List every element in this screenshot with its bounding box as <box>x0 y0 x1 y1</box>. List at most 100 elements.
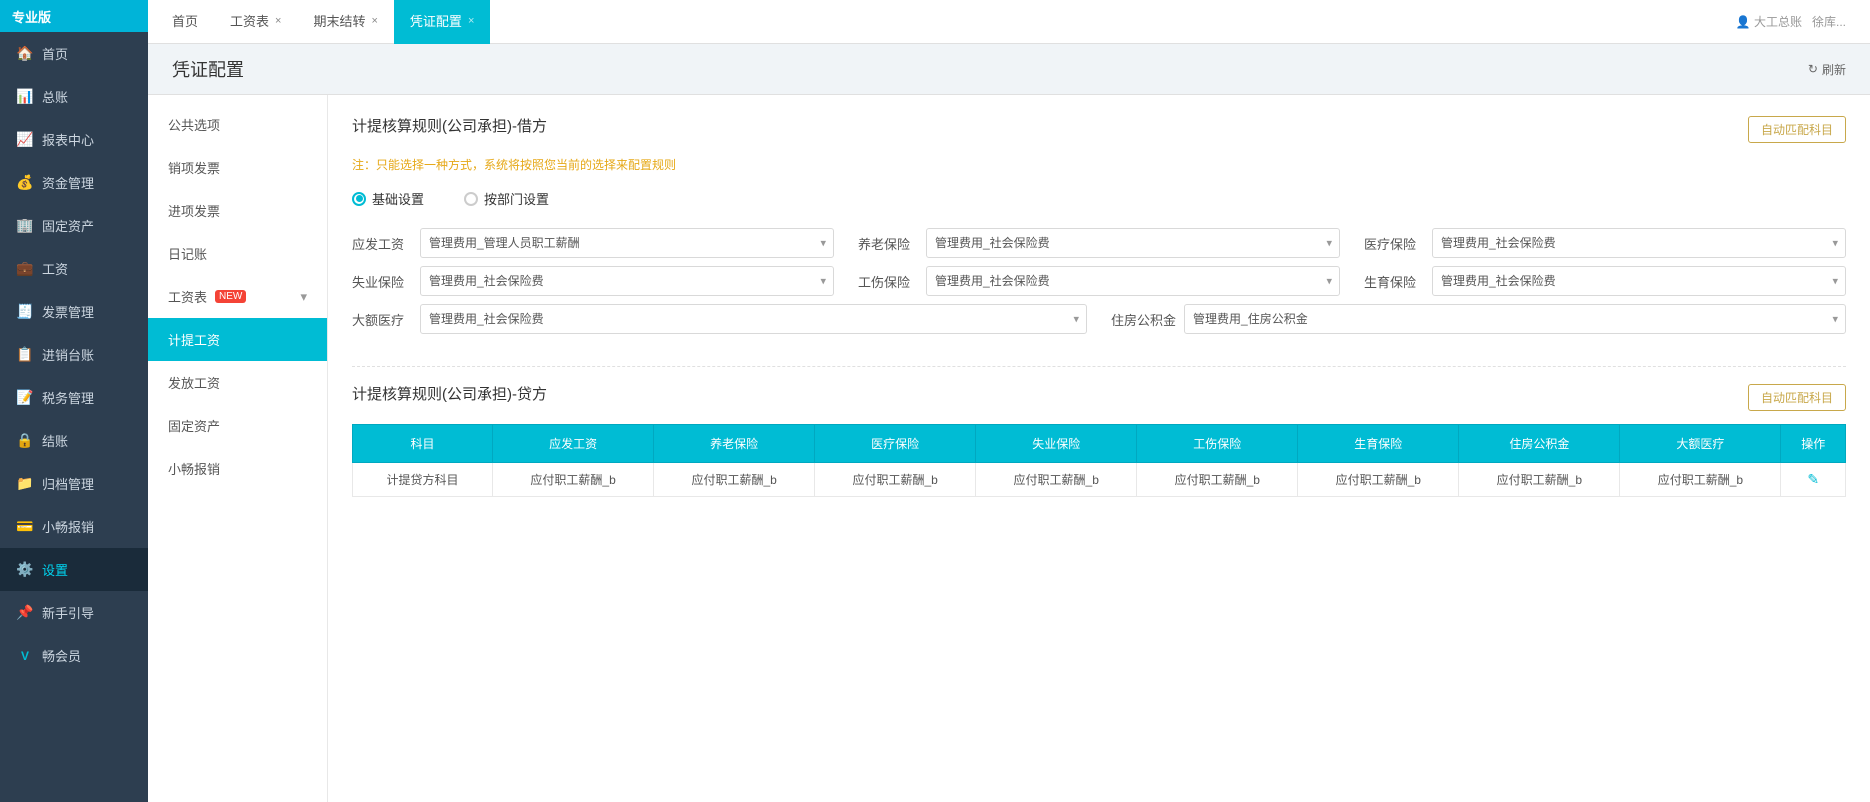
edit-row-icon[interactable]: ✎ <box>1807 471 1819 487</box>
auto-match-debit-button[interactable]: 自动匹配科目 <box>1748 116 1846 143</box>
sidebar-item-member[interactable]: V 畅会员 <box>0 634 148 677</box>
th-housing: 住房公积金 <box>1459 425 1620 463</box>
section-divider <box>352 366 1846 367</box>
debit-fields-row1: 应发工资 管理费用_管理人员职工薪酬 养老保险 管理费用_社会保险费 <box>352 228 1846 258</box>
tab-period-close[interactable]: 期末结转 × <box>297 0 393 44</box>
tab-payroll-table[interactable]: 工资表 × <box>214 0 297 44</box>
table-row: 计提贷方科目 应付职工薪酬_b 应付职工薪酬_b 应付职工薪酬_b 应付职工薪酬… <box>353 463 1846 497</box>
sidebar-item-archive-management[interactable]: 📁 归档管理 <box>0 462 148 505</box>
sidebar-item-new-user-guide[interactable]: 📌 新手引导 <box>0 591 148 634</box>
app-edition: 专业版 <box>0 0 148 32</box>
injury-select[interactable]: 管理费用_社会保险费 <box>926 266 1340 296</box>
th-maternity: 生育保险 <box>1298 425 1459 463</box>
sidebar-item-fund-management[interactable]: 💰 资金管理 <box>0 161 148 204</box>
topbar: 首页 工资表 × 期末结转 × 凭证配置 × 👤 大工总账 徐库... <box>148 0 1870 44</box>
section-debit: 计提核算规则(公司承担)-借方 自动匹配科目 注：只能选择一种方式，系统将按照您… <box>352 115 1846 334</box>
credit-table: 科目 应发工资 养老保险 医疗保险 失业保险 工伤保险 生育保险 住房公积金 大… <box>352 424 1846 497</box>
sidebar-item-general-ledger[interactable]: 📊 总账 <box>0 75 148 118</box>
unemployment-label: 失业保险 <box>352 272 412 291</box>
section1-note: 注：只能选择一种方式，系统将按照您当前的选择来配置规则 <box>352 156 1846 173</box>
housing-fund-select[interactable]: 管理费用_住房公积金 <box>1184 304 1846 334</box>
close-payroll-table-tab[interactable]: × <box>275 15 281 27</box>
left-nav-payroll-table[interactable]: 工资表 NEW ▾ <box>148 275 327 318</box>
radio-basic-setup[interactable]: 基础设置 <box>352 189 424 208</box>
left-nav-calc-payroll[interactable]: 计提工资 <box>148 318 327 361</box>
expense-icon: 💳 <box>16 518 34 535</box>
new-badge: NEW <box>215 290 246 303</box>
salary-select[interactable]: 管理费用_管理人员职工薪酬 <box>420 228 834 258</box>
archive-icon: 📁 <box>16 475 34 492</box>
sidebar-item-fixed-assets[interactable]: 🏢 固定资产 <box>0 204 148 247</box>
user-info: 👤 大工总账 徐库... <box>1736 13 1862 30</box>
left-nav-xiaochang-expense[interactable]: 小畅报销 <box>148 447 327 490</box>
section1-title: 计提核算规则(公司承担)-借方 <box>352 115 547 136</box>
field-pension: 养老保险 管理费用_社会保险费 <box>858 228 1340 258</box>
tax-icon: 📝 <box>16 389 34 406</box>
tab-voucher-config[interactable]: 凭证配置 × <box>394 0 490 44</box>
tab-home[interactable]: 首页 <box>156 0 214 44</box>
large-medical-select[interactable]: 管理费用_社会保险费 <box>420 304 1087 334</box>
field-injury: 工伤保险 管理费用_社会保险费 <box>858 266 1340 296</box>
th-unemployment: 失业保险 <box>976 425 1137 463</box>
page-title: 凭证配置 <box>172 56 244 82</box>
injury-select-wrapper: 管理费用_社会保险费 <box>926 266 1340 296</box>
refresh-icon: ↻ <box>1808 62 1818 76</box>
sidebar-item-xiaochang-expense[interactable]: 💳 小畅报销 <box>0 505 148 548</box>
page-title-bar: 凭证配置 ↻ 刷新 <box>148 44 1870 95</box>
left-nav: 公共选项 销项发票 进项发票 日记账 工资表 NEW ▾ 计提工资 发放工资 <box>148 95 328 802</box>
housing-fund-label: 住房公积金 <box>1111 310 1176 329</box>
th-injury: 工伤保险 <box>1137 425 1298 463</box>
large-medical-label: 大额医疗 <box>352 310 412 329</box>
radio-dept-setup[interactable]: 按部门设置 <box>464 189 549 208</box>
sidebar-item-invoice-management[interactable]: 🧾 发票管理 <box>0 290 148 333</box>
right-content: 计提核算规则(公司承担)-借方 自动匹配科目 注：只能选择一种方式，系统将按照您… <box>328 95 1870 802</box>
left-nav-journal[interactable]: 日记账 <box>148 232 327 275</box>
section-credit: 计提核算规则(公司承担)-贷方 自动匹配科目 科目 应发工资 养老保险 医疗保险… <box>352 383 1846 497</box>
home-icon: 🏠 <box>16 45 34 62</box>
lock-icon: 🔒 <box>16 432 34 449</box>
sidebar-item-home[interactable]: 🏠 首页 <box>0 32 148 75</box>
th-medical: 医疗保险 <box>815 425 976 463</box>
sidebar-item-tax-management[interactable]: 📝 税务管理 <box>0 376 148 419</box>
left-nav-fixed-assets[interactable]: 固定资产 <box>148 404 327 447</box>
th-action: 操作 <box>1781 425 1846 463</box>
unemployment-select[interactable]: 管理费用_社会保险费 <box>420 266 834 296</box>
pension-label: 养老保险 <box>858 234 918 253</box>
pension-select[interactable]: 管理费用_社会保险费 <box>926 228 1340 258</box>
sidebar-item-salary[interactable]: 💼 工资 <box>0 247 148 290</box>
salary-icon: 💼 <box>16 260 34 277</box>
radio-dept-setup-circle <box>464 192 478 206</box>
medical-select[interactable]: 管理费用_社会保险费 <box>1432 228 1846 258</box>
field-unemployment: 失业保险 管理费用_社会保险费 <box>352 266 834 296</box>
maternity-select-wrapper: 管理费用_社会保险费 <box>1432 266 1846 296</box>
close-voucher-config-tab[interactable]: × <box>468 15 474 27</box>
unemployment-select-wrapper: 管理费用_社会保险费 <box>420 266 834 296</box>
large-medical-select-wrapper: 管理费用_社会保险费 <box>420 304 1087 334</box>
debit-fields-row2: 失业保险 管理费用_社会保险费 工伤保险 管理费用_社会保险费 <box>352 266 1846 296</box>
left-nav-pay-salary[interactable]: 发放工资 <box>148 361 327 404</box>
refresh-button[interactable]: ↻ 刷新 <box>1808 61 1846 78</box>
td-large-medical: 应付职工薪酬_b <box>1620 463 1781 497</box>
maternity-label: 生育保险 <box>1364 272 1424 291</box>
content-area: 公共选项 销项发票 进项发票 日记账 工资表 NEW ▾ 计提工资 发放工资 <box>148 95 1870 802</box>
left-nav-purchase-invoice[interactable]: 进项发票 <box>148 189 327 232</box>
td-injury: 应付职工薪酬_b <box>1137 463 1298 497</box>
field-large-medical: 大额医疗 管理费用_社会保险费 <box>352 304 1087 334</box>
housing-fund-select-wrapper: 管理费用_住房公积金 <box>1184 304 1846 334</box>
sidebar-item-close-accounts[interactable]: 🔒 结账 <box>0 419 148 462</box>
sidebar-item-report-center[interactable]: 📈 报表中心 <box>0 118 148 161</box>
left-nav-sales-invoice[interactable]: 销项发票 <box>148 146 327 189</box>
th-salary: 应发工资 <box>493 425 654 463</box>
left-nav-public-options[interactable]: 公共选项 <box>148 103 327 146</box>
radio-group-debit: 基础设置 按部门设置 <box>352 189 1846 208</box>
td-medical: 应付职工薪酬_b <box>815 463 976 497</box>
td-unemployment: 应付职工薪酬_b <box>976 463 1137 497</box>
td-action[interactable]: ✎ <box>1781 463 1846 497</box>
building-icon: 🏢 <box>16 217 34 234</box>
sidebar-item-purchase-sales[interactable]: 📋 进销台账 <box>0 333 148 376</box>
close-period-close-tab[interactable]: × <box>371 15 377 27</box>
maternity-select[interactable]: 管理费用_社会保险费 <box>1432 266 1846 296</box>
auto-match-credit-button[interactable]: 自动匹配科目 <box>1748 384 1846 411</box>
th-large-medical: 大额医疗 <box>1620 425 1781 463</box>
sidebar-item-settings[interactable]: ⚙️ 设置 <box>0 548 148 591</box>
